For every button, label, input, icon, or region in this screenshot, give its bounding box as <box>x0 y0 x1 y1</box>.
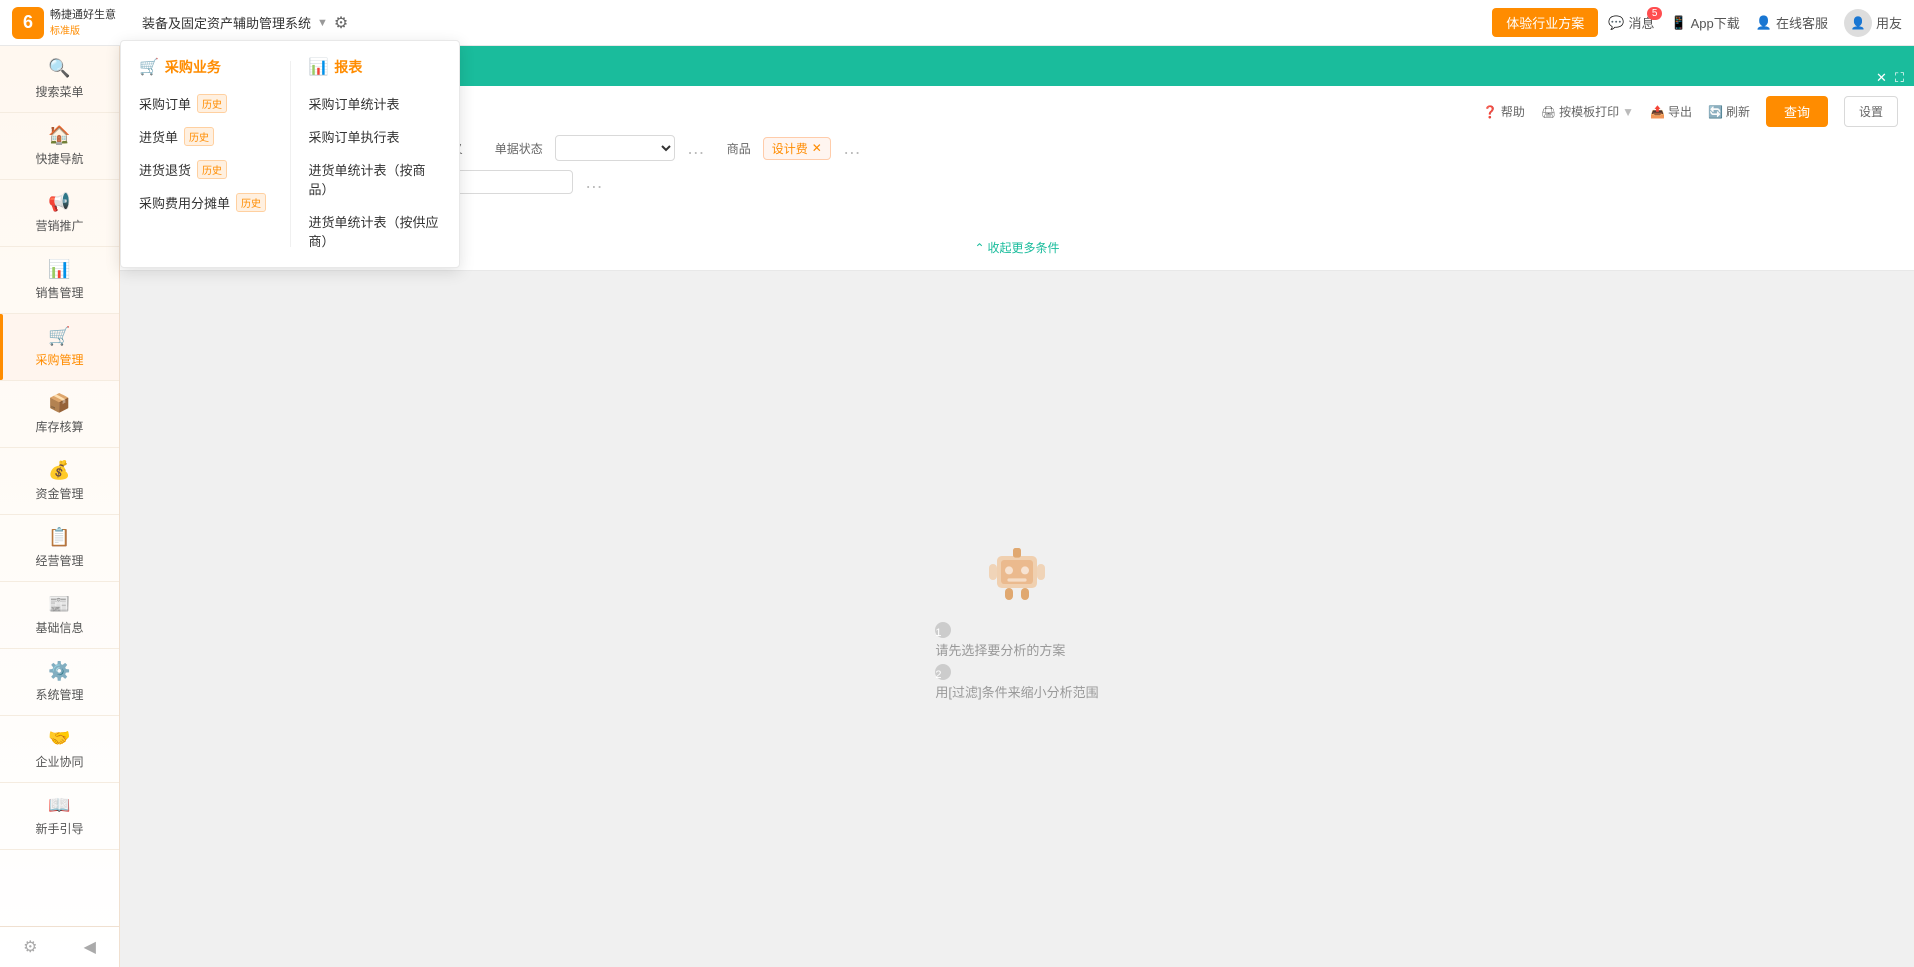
sidebar-item-finance[interactable]: 💰 资金管理 <box>0 448 119 515</box>
app-download-button[interactable]: 📱 App下载 <box>1670 13 1739 32</box>
purchase-dropdown-menu: 🛒 采购业务 采购订单 历史 进货单 历史 进货退货 历史 采购费用分摊单 历史… <box>120 40 460 268</box>
empty-tips: 1 请先选择要分析的方案 2 用[过滤]条件来缩小分析范围 <box>935 622 1098 706</box>
query-button[interactable]: 查询 <box>1766 96 1828 127</box>
menu-item-return[interactable]: 进货退货 历史 <box>131 153 280 186</box>
export-icon: 📤 <box>1650 105 1665 119</box>
finance-icon: 💰 <box>48 460 70 481</box>
system-icon: ⚙️ <box>48 661 70 682</box>
service-icon: 👤 <box>1756 15 1772 31</box>
message-icon: 💬 <box>1608 15 1624 31</box>
phone-icon: 📱 <box>1670 15 1686 31</box>
menu-item-receipt-goods[interactable]: 进货单统计表（按商品） <box>301 153 450 205</box>
menu-item-receipt-supplier[interactable]: 进货单统计表（按供应商） <box>301 205 450 257</box>
empty-state: 1 请先选择要分析的方案 2 用[过滤]条件来缩小分析范围 <box>120 271 1914 967</box>
logo-icon: 6 <box>12 7 44 39</box>
sidebar-settings-icon[interactable]: ⚙ <box>23 937 37 957</box>
collapse-button[interactable]: ⌃ 收起更多条件 <box>974 235 1059 260</box>
sidebar-item-purchase[interactable]: 🛒 采购管理 <box>0 314 119 381</box>
user-avatar[interactable]: 👤 用友 <box>1844 9 1902 37</box>
print-dropdown-icon[interactable]: ▼ <box>1622 105 1634 119</box>
goods-tag: 设计费 ✕ <box>763 137 831 160</box>
menu-item-order-stat[interactable]: 采购订单统计表 <box>301 87 450 120</box>
settings-button[interactable]: 设置 <box>1844 96 1898 127</box>
tab-close-window-icon[interactable]: ✕ <box>1876 70 1887 86</box>
purchase-section-icon: 🛒 <box>139 57 159 77</box>
message-badge: 5 <box>1647 7 1663 20</box>
sidebar-item-quick[interactable]: 🏠 快捷导航 <box>0 113 119 180</box>
sidebar-item-sales[interactable]: 📊 销售管理 <box>0 247 119 314</box>
sidebar: 🔍 搜索菜单 🏠 快捷导航 📢 营销推广 📊 销售管理 🛒 采购管理 📦 库存核… <box>0 46 120 967</box>
newbie-icon: 📖 <box>48 795 70 816</box>
sidebar-item-basic[interactable]: 📰 基础信息 <box>0 582 119 649</box>
tab-maximize-icon[interactable]: ⛶ <box>1895 70 1904 86</box>
purchase-icon: 🛒 <box>48 326 70 347</box>
basic-icon: 📰 <box>48 594 70 615</box>
status-dots[interactable]: … <box>687 138 705 159</box>
system-dropdown-arrow[interactable]: ▼ <box>317 17 328 29</box>
system-settings-icon[interactable]: ⚙ <box>334 13 348 33</box>
report-section-title: 📊 报表 <box>301 51 450 87</box>
print-link[interactable]: 🖨 按模板打印 ▼ <box>1541 103 1634 120</box>
purchase-menu-section: 🛒 采购业务 采购订单 历史 进货单 历史 进货退货 历史 采购费用分摊单 历史 <box>121 51 290 257</box>
report-section-icon: 📊 <box>309 57 329 77</box>
menu-item-purchase-order[interactable]: 采购订单 历史 <box>131 87 280 120</box>
sidebar-item-search[interactable]: 🔍 搜索菜单 <box>0 46 119 113</box>
top-right-actions: 💬 消息 5 📱 App下载 👤 在线客服 👤 用友 <box>1608 9 1902 37</box>
tip-num-2: 2 <box>935 664 951 680</box>
marketing-icon: 📢 <box>48 192 70 213</box>
sidebar-item-enterprise[interactable]: 🤝 企业协同 <box>0 716 119 783</box>
sidebar-collapse-icon[interactable]: ◀ <box>84 937 96 957</box>
logo-area: 6 畅捷通好生意 标准版 <box>12 7 132 39</box>
active-bar <box>0 314 3 380</box>
goods-tag-close[interactable]: ✕ <box>812 141 822 155</box>
sidebar-item-system[interactable]: ⚙️ 系统管理 <box>0 649 119 716</box>
menu-item-receipt[interactable]: 进货单 历史 <box>131 120 280 153</box>
report-menu-section: 📊 报表 采购订单统计表 采购订单执行表 进货单统计表（按商品） 进货单统计表（… <box>291 51 460 257</box>
home-icon: 🏠 <box>48 125 70 146</box>
online-service-button[interactable]: 👤 在线客服 <box>1756 13 1828 32</box>
tab-bar-right: ✕ ⛶ <box>1866 70 1914 86</box>
messages-button[interactable]: 💬 消息 5 <box>1608 13 1654 32</box>
trial-button[interactable]: 体验行业方案 <box>1492 8 1598 37</box>
avatar-circle: 👤 <box>1844 9 1872 37</box>
goods-label: 商品 <box>727 140 751 157</box>
logo-text: 畅捷通好生意 标准版 <box>50 8 116 37</box>
export-link[interactable]: 📤 导出 <box>1650 103 1692 120</box>
enterprise-icon: 🤝 <box>48 728 70 749</box>
history-badge-receipt: 历史 <box>184 127 214 146</box>
salesman-dots[interactable]: … <box>585 172 603 193</box>
sidebar-item-operations[interactable]: 📋 经营管理 <box>0 515 119 582</box>
purchase-section-title: 🛒 采购业务 <box>131 51 280 87</box>
help-link[interactable]: ❓ 帮助 <box>1483 103 1525 120</box>
sidebar-bottom: ⚙ ◀ <box>0 926 119 967</box>
search-icon: 🔍 <box>48 58 70 79</box>
history-badge-expense: 历史 <box>236 193 266 212</box>
system-title: 装备及固定资产辅助管理系统 ▼ ⚙ <box>142 13 1482 33</box>
goods-dots[interactable]: … <box>843 138 861 159</box>
operations-icon: 📋 <box>48 527 70 548</box>
menu-item-order-exec[interactable]: 采购订单执行表 <box>301 120 450 153</box>
help-icon: ❓ <box>1483 105 1498 119</box>
refresh-link[interactable]: 🔄 刷新 <box>1708 103 1750 120</box>
print-icon: 🖨 <box>1541 105 1556 119</box>
sidebar-item-inventory[interactable]: 📦 库存核算 <box>0 381 119 448</box>
sales-icon: 📊 <box>48 259 70 280</box>
history-badge-order: 历史 <box>197 94 227 113</box>
status-label: 单据状态 <box>495 140 543 157</box>
history-badge-return: 历史 <box>197 160 227 179</box>
collapse-up-icon: ⌃ <box>974 241 984 255</box>
status-select[interactable] <box>555 135 675 161</box>
inventory-icon: 📦 <box>48 393 70 414</box>
menu-item-expense[interactable]: 采购费用分摊单 历史 <box>131 186 280 219</box>
tip-num-1: 1 <box>935 622 951 638</box>
refresh-icon: 🔄 <box>1708 105 1723 119</box>
sidebar-item-newbie[interactable]: 📖 新手引导 <box>0 783 119 850</box>
sidebar-item-marketing[interactable]: 📢 营销推广 <box>0 180 119 247</box>
empty-illustration <box>977 532 1057 612</box>
